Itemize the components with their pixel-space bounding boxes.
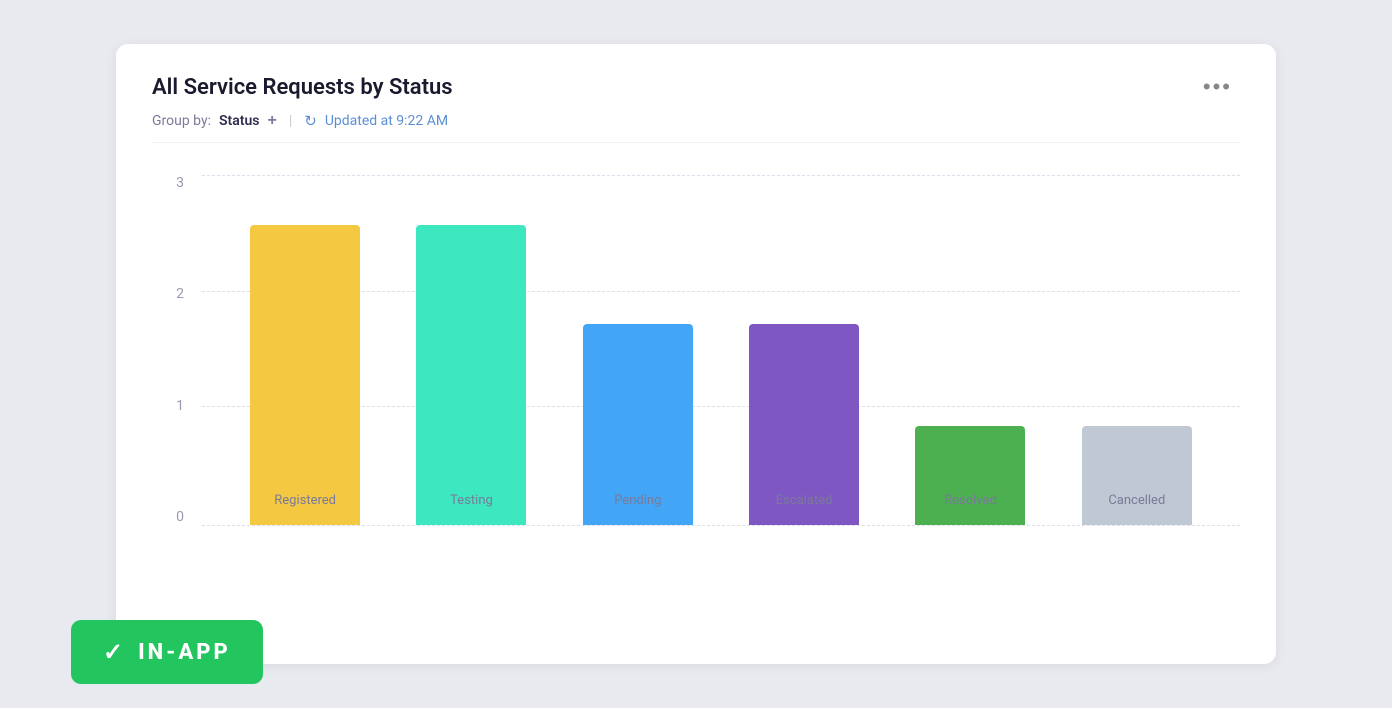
bar-group-testing [406, 225, 536, 525]
x-label-resolved: Resolved [905, 485, 1035, 525]
chart-area: 3 2 1 0 [152, 175, 1240, 575]
divider: | [289, 113, 292, 129]
card-title: All Service Requests by Status [152, 75, 453, 100]
y-label-1: 1 [176, 398, 184, 414]
card-subheader: Group by: Status + | ↻ Updated at 9:22 A… [152, 112, 1240, 143]
group-by-label: Group by: [152, 113, 211, 129]
y-axis: 3 2 1 0 [152, 175, 192, 525]
more-options-button[interactable]: ••• [1195, 72, 1240, 102]
updated-text: Updated at 9:22 AM [325, 113, 448, 129]
x-label-escalated: Escalated [739, 485, 869, 525]
x-label-testing: Testing [406, 485, 536, 525]
bars-container [202, 175, 1240, 525]
x-label-cancelled: Cancelled [1072, 485, 1202, 525]
card-header: All Service Requests by Status ••• [152, 72, 1240, 102]
x-labels: Registered Testing Pending Escalated Res… [202, 485, 1240, 525]
dashboard-card: All Service Requests by Status ••• Group… [116, 44, 1276, 664]
y-label-0: 0 [176, 509, 184, 525]
check-icon: ✓ [103, 638, 126, 666]
grid-line-0 [202, 525, 1240, 526]
bar-testing[interactable] [416, 225, 526, 525]
x-label-registered: Registered [240, 485, 370, 525]
bar-registered[interactable] [250, 225, 360, 525]
refresh-icon[interactable]: ↻ [304, 112, 317, 130]
in-app-label: IN-APP [138, 640, 231, 665]
x-label-pending: Pending [573, 485, 703, 525]
group-by-value: Status [219, 113, 259, 129]
chart-inner: Registered Testing Pending Escalated Res… [202, 175, 1240, 525]
y-label-2: 2 [176, 286, 184, 302]
add-group-button[interactable]: + [267, 112, 276, 130]
bar-group-registered [240, 225, 370, 525]
y-label-3: 3 [176, 175, 184, 191]
in-app-badge: ✓ IN-APP [71, 620, 263, 684]
